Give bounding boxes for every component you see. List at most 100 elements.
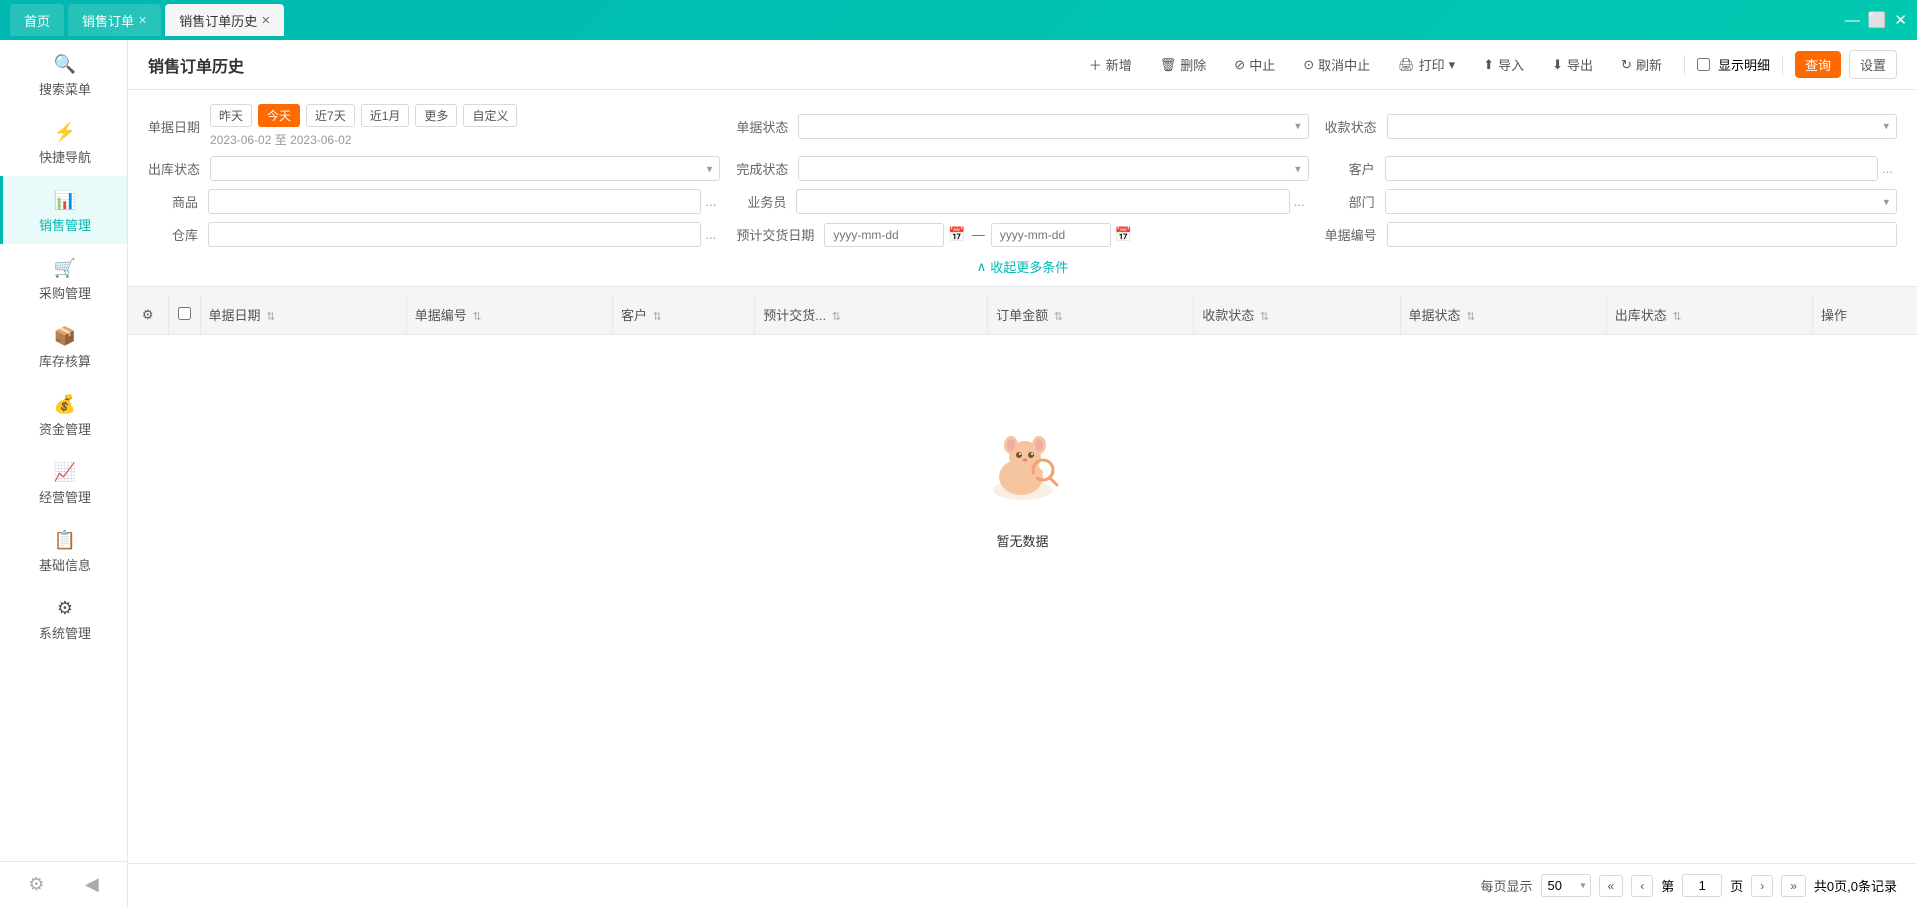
expected-date-from-input[interactable] xyxy=(824,223,944,247)
sidebar-bottom: ⚙ ◀ xyxy=(0,861,127,907)
show-detail-toggle[interactable]: 显示明细 xyxy=(1697,55,1770,74)
next-page-button[interactable]: › xyxy=(1751,875,1773,897)
sidebar: 🔍 搜索菜单 ⚡ 快捷导航 📊 销售管理 🛒 采购管理 📦 库存核算 💰 资金管… xyxy=(0,40,128,907)
query-button[interactable]: 查询 xyxy=(1795,51,1841,78)
close-icon[interactable]: ✕ xyxy=(1894,11,1907,29)
new-button[interactable]: ＋ 新增 xyxy=(1079,51,1142,78)
page-size-select[interactable]: 50 10 20 100 xyxy=(1541,874,1591,897)
tab-sales-history-close[interactable]: ✕ xyxy=(261,14,270,27)
date-more-btn[interactable]: 更多 xyxy=(415,104,457,127)
warehouse-input[interactable] xyxy=(208,222,701,247)
last-page-button[interactable]: » xyxy=(1781,875,1806,897)
salesperson-input[interactable] xyxy=(796,189,1289,214)
delete-button[interactable]: 🗑 删除 xyxy=(1150,51,1217,78)
minimize-icon[interactable]: — xyxy=(1845,12,1860,29)
show-detail-checkbox[interactable] xyxy=(1697,58,1710,71)
tab-sales-history[interactable]: 销售订单历史 ✕ xyxy=(165,4,284,36)
sidebar-item-inventory[interactable]: 📦 库存核算 xyxy=(0,312,127,380)
th-check[interactable] xyxy=(168,295,200,335)
th-receipt-status-sort-icon: ⇅ xyxy=(1260,311,1269,323)
date-filter-label: 单据日期 xyxy=(148,117,210,136)
sidebar-item-inventory-label: 库存核算 xyxy=(39,351,91,370)
th-expected-date[interactable]: 预计交货... ⇅ xyxy=(755,295,988,335)
date-last7-btn[interactable]: 近7天 xyxy=(306,104,355,127)
export-button[interactable]: ⬇ 导出 xyxy=(1542,51,1603,78)
th-no[interactable]: 单据编号 ⇅ xyxy=(406,295,612,335)
tab-home[interactable]: 首页 xyxy=(10,4,64,36)
dept-select-wrap xyxy=(1385,189,1897,214)
expected-date-to-input[interactable] xyxy=(991,223,1111,247)
sidebar-item-sys-mgmt[interactable]: ⚙ 系统管理 xyxy=(0,584,127,652)
refresh-icon: ↻ xyxy=(1621,57,1632,73)
th-date[interactable]: 单据日期 ⇅ xyxy=(200,295,406,335)
receipt-status-select[interactable] xyxy=(1387,114,1897,139)
filter-area: 单据日期 昨天 今天 近7天 近1月 更多 自定义 2023-06-02 至 2… xyxy=(128,90,1917,287)
customer-dots[interactable]: ... xyxy=(1878,161,1897,176)
collapse-row[interactable]: ∧ 收起更多条件 xyxy=(148,255,1897,276)
settings-button[interactable]: 设置 xyxy=(1849,50,1897,79)
maximize-icon[interactable]: ⬜ xyxy=(1868,11,1887,29)
th-no-label: 单据编号 xyxy=(415,308,467,323)
inventory-icon: 📦 xyxy=(54,326,76,347)
th-amount-label: 订单金额 xyxy=(996,308,1048,323)
complete-status-select-wrap xyxy=(798,156,1308,181)
import-button[interactable]: ⬆ 导入 xyxy=(1473,51,1534,78)
sidebar-item-sales-mgmt[interactable]: 📊 销售管理 xyxy=(0,176,127,244)
dept-select[interactable] xyxy=(1385,189,1897,214)
page-size-wrap: 50 10 20 100 xyxy=(1541,874,1591,897)
export-icon: ⬇ xyxy=(1552,57,1563,73)
expected-date-label: 预计交货日期 xyxy=(736,225,824,244)
filter-row-4: 仓库 ... 预计交货日期 📅 — 📅 单据编号 xyxy=(148,222,1897,247)
refresh-button[interactable]: ↻ 刷新 xyxy=(1611,51,1672,78)
expected-date-to-cal-icon[interactable]: 📅 xyxy=(1115,226,1132,243)
salesperson-dots[interactable]: ... xyxy=(1290,194,1309,209)
sidebar-item-search-menu[interactable]: 🔍 搜索菜单 xyxy=(0,40,127,108)
out-status-select[interactable] xyxy=(210,156,720,181)
th-amount[interactable]: 订单金额 ⇅ xyxy=(988,295,1194,335)
date-custom-btn[interactable]: 自定义 xyxy=(463,104,517,127)
th-date-label: 单据日期 xyxy=(209,308,261,323)
page-number-input[interactable] xyxy=(1682,874,1722,897)
sidebar-item-basic-info[interactable]: 📋 基础信息 xyxy=(0,516,127,584)
cancel-stop-button[interactable]: ⊙ 取消中止 xyxy=(1293,51,1380,78)
print-button[interactable]: 🖨 打印 ▾ xyxy=(1388,51,1465,78)
date-yesterday-btn[interactable]: 昨天 xyxy=(210,104,252,127)
th-customer[interactable]: 客户 ⇅ xyxy=(612,295,754,335)
prev-page-button[interactable]: ‹ xyxy=(1631,875,1653,897)
tab-sales-order-close[interactable]: ✕ xyxy=(138,14,147,27)
collapse-label: 收起更多条件 xyxy=(990,257,1068,276)
date-today-btn[interactable]: 今天 xyxy=(258,104,300,127)
stop-button[interactable]: ⊘ 中止 xyxy=(1224,51,1285,78)
sidebar-item-purchase-mgmt[interactable]: 🛒 采购管理 xyxy=(0,244,127,312)
customer-input[interactable] xyxy=(1385,156,1878,181)
settings-col-icon[interactable]: ⚙ xyxy=(142,307,154,322)
pagination-bar: 每页显示 50 10 20 100 « ‹ 第 页 › » 共0页,0条记录 xyxy=(128,863,1917,907)
date-last1m-btn[interactable]: 近1月 xyxy=(361,104,410,127)
th-receipt-status[interactable]: 收款状态 ⇅ xyxy=(1194,295,1400,335)
tab-sales-order[interactable]: 销售订单 ✕ xyxy=(68,4,161,36)
sys-mgmt-icon: ⚙ xyxy=(57,598,73,619)
product-dots[interactable]: ... xyxy=(701,194,720,209)
th-settings[interactable]: ⚙ xyxy=(128,295,168,335)
sidebar-settings-icon[interactable]: ⚙ xyxy=(28,874,44,895)
import-icon: ⬆ xyxy=(1483,57,1494,73)
complete-status-select[interactable] xyxy=(798,156,1308,181)
total-info: 共0页,0条记录 xyxy=(1814,876,1897,895)
product-input[interactable] xyxy=(208,189,701,214)
sidebar-item-finance[interactable]: 💰 资金管理 xyxy=(0,380,127,448)
filter-warehouse-col: 仓库 ... xyxy=(148,222,720,247)
sidebar-item-quick-nav[interactable]: ⚡ 快捷导航 xyxy=(0,108,127,176)
doc-status-select[interactable] xyxy=(798,114,1308,139)
tab-sales-history-label: 销售订单历史 xyxy=(179,11,257,30)
expected-date-from-cal-icon[interactable]: 📅 xyxy=(948,226,965,243)
th-doc-status[interactable]: 单据状态 ⇅ xyxy=(1400,295,1606,335)
warehouse-dots[interactable]: ... xyxy=(701,227,720,242)
data-table: ⚙ 单据日期 ⇅ 单据编号 ⇅ xyxy=(128,295,1917,630)
order-no-input[interactable] xyxy=(1387,222,1897,247)
first-page-button[interactable]: « xyxy=(1599,875,1624,897)
check-all-checkbox[interactable] xyxy=(178,307,191,320)
th-out-status[interactable]: 出库状态 ⇅ xyxy=(1606,295,1812,335)
sidebar-item-operations[interactable]: 📈 经营管理 xyxy=(0,448,127,516)
th-date-sort-icon: ⇅ xyxy=(266,311,275,323)
sidebar-collapse-icon[interactable]: ◀ xyxy=(85,874,99,895)
